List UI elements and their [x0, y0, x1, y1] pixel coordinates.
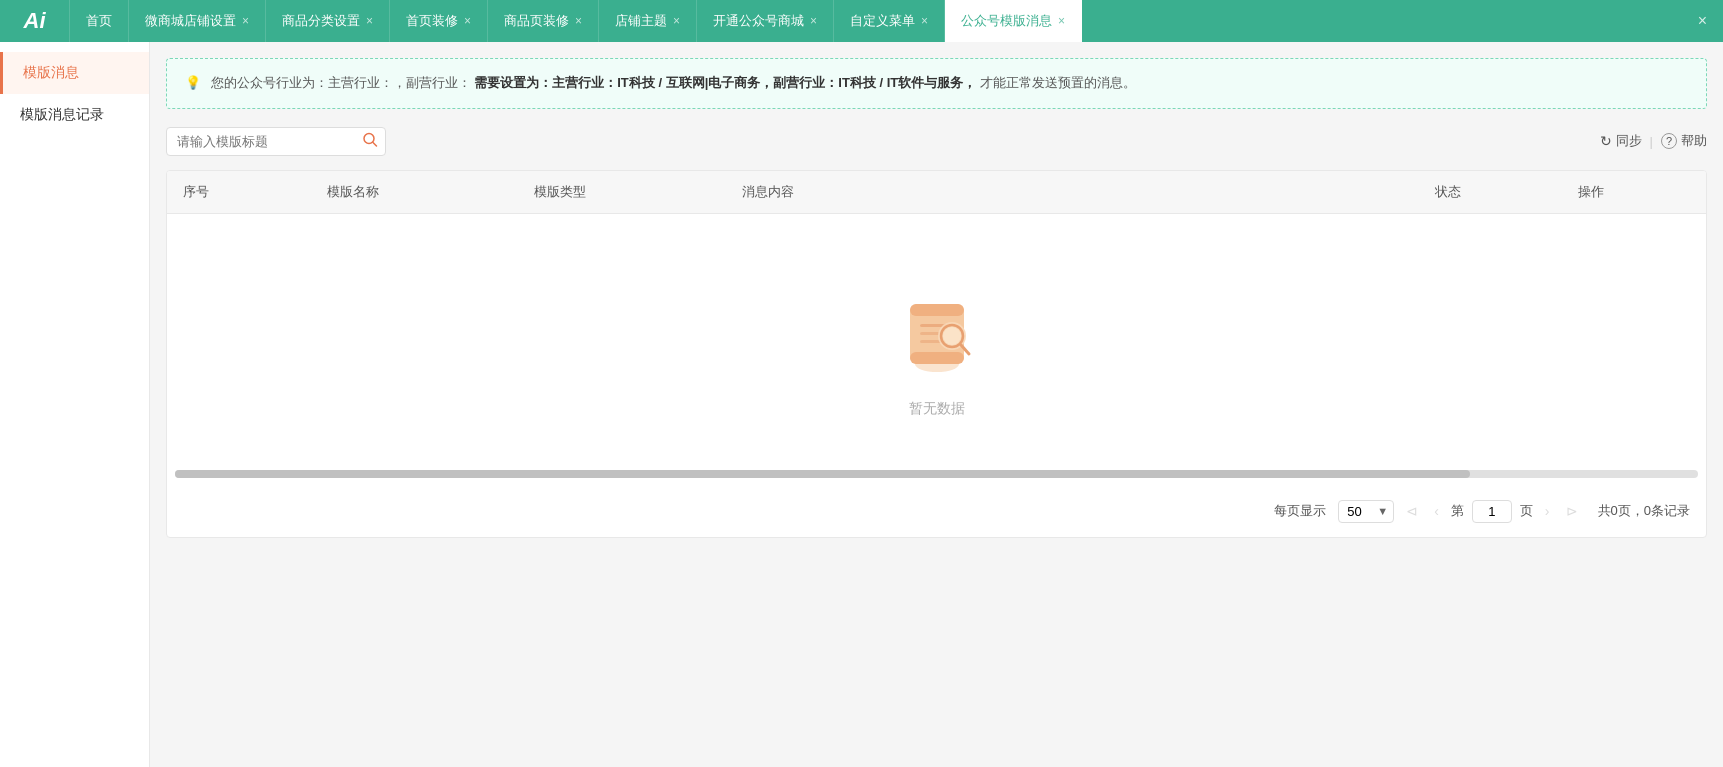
tab-home-decoration[interactable]: 首页装修 × — [390, 0, 488, 42]
close-template-msg[interactable]: × — [1058, 14, 1065, 28]
table-wrap: 序号 模版名称 模版类型 消息内容 状态 操作 — [166, 170, 1707, 538]
col-type: 模版类型 — [518, 171, 726, 214]
empty-illustration — [882, 274, 992, 384]
tab-home-deco-label: 首页装修 — [406, 12, 458, 30]
close-open-mall[interactable]: × — [810, 14, 817, 28]
svg-rect-5 — [910, 352, 964, 364]
notice-prefix: 您的公众号行业为：主营行业：，副营行业： — [211, 75, 471, 90]
data-table: 序号 模版名称 模版类型 消息内容 状态 操作 — [167, 171, 1706, 458]
toolbar-divider: | — [1650, 134, 1653, 149]
close-store-settings[interactable]: × — [242, 14, 249, 28]
tab-store-theme-label: 店铺主题 — [615, 12, 667, 30]
tab-home[interactable]: 首页 — [70, 0, 129, 42]
tab-category-settings[interactable]: 商品分类设置 × — [266, 0, 390, 42]
prev-page-btn[interactable]: ‹ — [1430, 501, 1443, 521]
scrollbar-track[interactable] — [175, 470, 1698, 478]
col-content: 消息内容 — [726, 171, 1419, 214]
sync-icon: ↻ — [1600, 133, 1612, 149]
tab-category-label: 商品分类设置 — [282, 12, 360, 30]
col-status: 状态 — [1419, 171, 1563, 214]
sidebar-item-template-msg-record[interactable]: 模版消息记录 — [0, 94, 149, 136]
page-size-select[interactable]: 50 10 20 100 — [1338, 500, 1394, 523]
empty-state: 暂无数据 — [167, 214, 1706, 458]
page-size-label: 每页显示 — [1274, 502, 1326, 520]
last-page-btn[interactable]: ⊳ — [1562, 501, 1582, 521]
next-page-btn[interactable]: › — [1541, 501, 1554, 521]
help-button[interactable]: ? 帮助 — [1661, 132, 1707, 150]
empty-text: 暂无数据 — [909, 400, 965, 418]
close-product-decoration[interactable]: × — [575, 14, 582, 28]
sidebar-item-template-msg[interactable]: 模版消息 — [0, 52, 149, 94]
toolbar-right: ↻ 同步 | ? 帮助 — [1600, 132, 1707, 150]
pagination: 每页显示 50 10 20 100 ▼ ⊲ ‹ 第 页 › ⊳ 共0页 — [167, 490, 1706, 537]
tab-store-theme[interactable]: 店铺主题 × — [599, 0, 697, 42]
svg-line-1 — [373, 143, 377, 147]
sidebar: 模版消息 模版消息记录 — [0, 42, 150, 767]
close-custom-menu[interactable]: × — [921, 14, 928, 28]
sidebar-item-record-label: 模版消息记录 — [20, 106, 104, 122]
tab-product-deco-label: 商品页装修 — [504, 12, 569, 30]
app-logo: Ai — [0, 0, 70, 42]
first-page-btn[interactable]: ⊲ — [1402, 501, 1422, 521]
tab-custom-menu[interactable]: 自定义菜单 × — [834, 0, 945, 42]
tab-open-mall[interactable]: 开通公众号商城 × — [697, 0, 834, 42]
content-area: 💡 您的公众号行业为：主营行业：，副营行业： 需要设置为：主营行业：IT科技 /… — [150, 42, 1723, 767]
sync-button[interactable]: ↻ 同步 — [1600, 132, 1642, 150]
tab-product-decoration[interactable]: 商品页装修 × — [488, 0, 599, 42]
tab-home-label: 首页 — [86, 12, 112, 30]
tab-store-settings-label: 微商城店铺设置 — [145, 12, 236, 30]
close-category-settings[interactable]: × — [366, 14, 373, 28]
search-input-wrap — [166, 127, 386, 156]
notice-suffix: 才能正常发送预置的消息。 — [980, 75, 1136, 90]
top-nav: Ai 首页 微商城店铺设置 × 商品分类设置 × 首页装修 × 商品页装修 × … — [0, 0, 1723, 42]
page-label: 第 — [1451, 502, 1464, 520]
tab-store-settings[interactable]: 微商城店铺设置 × — [129, 0, 266, 42]
scrollbar-thumb[interactable] — [175, 470, 1470, 478]
notice-box: 💡 您的公众号行业为：主营行业：，副营行业： 需要设置为：主营行业：IT科技 /… — [166, 58, 1707, 109]
total-label: 共0页，0条记录 — [1598, 502, 1690, 520]
help-label: 帮助 — [1681, 132, 1707, 150]
col-name: 模版名称 — [311, 171, 519, 214]
tab-template-msg-label: 公众号模版消息 — [961, 12, 1052, 30]
tab-open-mall-label: 开通公众号商城 — [713, 12, 804, 30]
tab-custom-menu-label: 自定义菜单 — [850, 12, 915, 30]
sidebar-item-template-msg-label: 模版消息 — [23, 64, 79, 80]
notice-highlight: 需要设置为：主营行业：IT科技 / 互联网|电子商务，副营行业：IT科技 / I… — [474, 75, 976, 90]
empty-row: 暂无数据 — [167, 213, 1706, 458]
main-layout: 模版消息 模版消息记录 💡 您的公众号行业为：主营行业：，副营行业： 需要设置为… — [0, 42, 1723, 767]
help-icon: ? — [1661, 133, 1677, 149]
svg-point-12 — [943, 327, 961, 345]
col-index: 序号 — [167, 171, 311, 214]
notice-icon: 💡 — [185, 75, 201, 90]
search-input[interactable] — [166, 127, 386, 156]
search-icon-btn[interactable] — [362, 132, 378, 151]
current-page-input[interactable] — [1472, 500, 1512, 523]
page-size-wrap: 50 10 20 100 ▼ — [1338, 500, 1394, 523]
svg-rect-4 — [910, 304, 964, 316]
sync-label: 同步 — [1616, 132, 1642, 150]
col-action: 操作 — [1562, 171, 1706, 214]
search-bar: ↻ 同步 | ? 帮助 — [166, 127, 1707, 156]
page-suffix: 页 — [1520, 502, 1533, 520]
table-header-row: 序号 模版名称 模版类型 消息内容 状态 操作 — [167, 171, 1706, 214]
horizontal-scrollbar[interactable] — [167, 458, 1706, 490]
close-store-theme[interactable]: × — [673, 14, 680, 28]
tab-template-msg[interactable]: 公众号模版消息 × — [945, 0, 1082, 42]
close-home-decoration[interactable]: × — [464, 14, 471, 28]
close-all-tabs[interactable]: × — [1682, 12, 1723, 30]
